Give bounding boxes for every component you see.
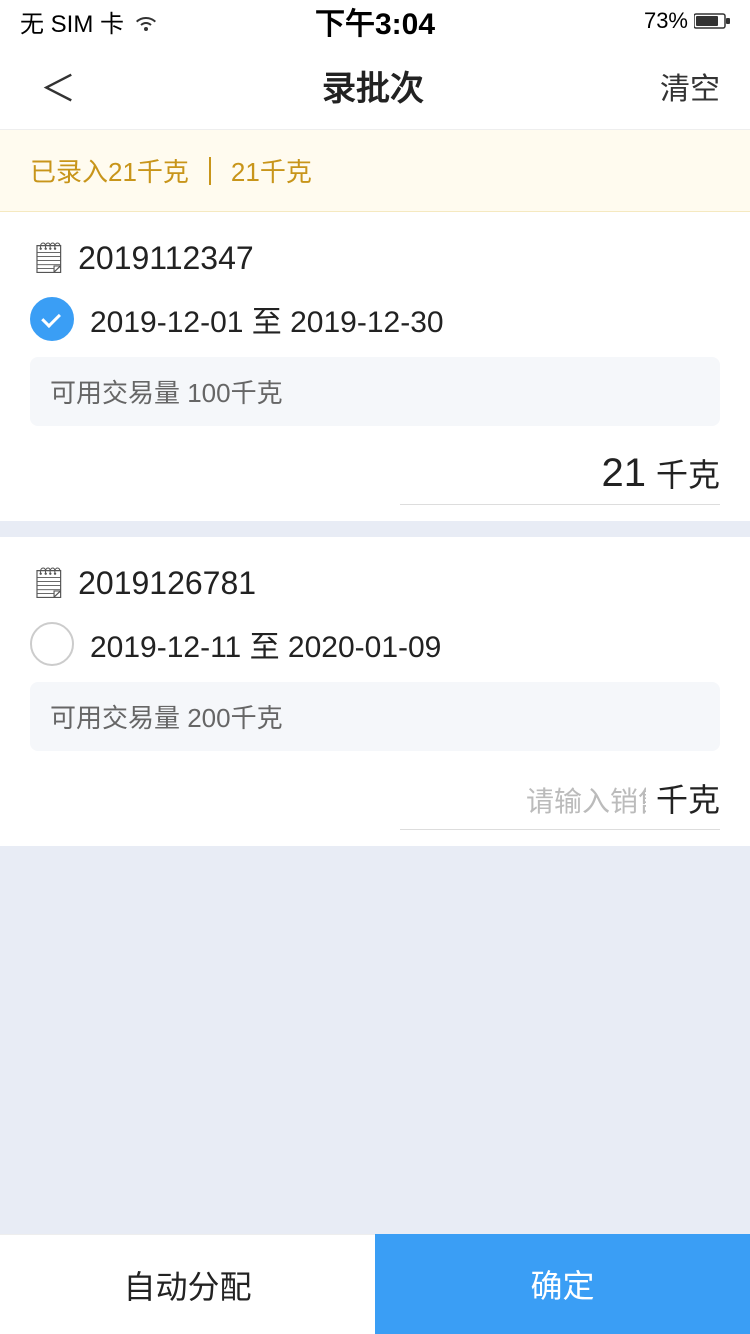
- batch-avail-row-2: 可用交易量 200千克: [30, 682, 720, 751]
- amount-input-1[interactable]: [526, 451, 646, 496]
- radio-btn-1[interactable]: [30, 297, 74, 341]
- summary-value: 21千克: [231, 152, 312, 189]
- batch-header-2: 🗒 2019126781: [0, 537, 750, 612]
- summary-bar: 已录入21千克 21千克: [0, 130, 750, 212]
- nav-bar: ＜ 录批次 清空: [0, 42, 750, 130]
- section-divider-1: [0, 521, 750, 537]
- bottom-bar: 自动分配 确定: [0, 1234, 750, 1334]
- amount-field-2: 千克: [0, 767, 750, 846]
- batch-card-1: 🗒 2019112347 2019-12-01 至 2019-12-30 可用交…: [0, 212, 750, 521]
- auto-assign-button[interactable]: 自动分配: [0, 1234, 375, 1334]
- status-left: 无 SIM 卡: [20, 4, 160, 39]
- confirm-button[interactable]: 确定: [375, 1234, 750, 1334]
- amount-unit-1: 千克: [656, 450, 720, 496]
- back-button[interactable]: ＜: [30, 50, 86, 122]
- amount-field-1: 千克: [0, 442, 750, 521]
- page-title: 录批次: [322, 61, 424, 110]
- status-right: 73%: [644, 8, 730, 34]
- radio-btn-2[interactable]: [30, 622, 74, 666]
- batch-card-2: 🗒 2019126781 2019-12-11 至 2020-01-09 可用交…: [0, 537, 750, 846]
- amount-unit-2: 千克: [656, 775, 720, 821]
- summary-divider: [209, 157, 211, 185]
- carrier-label: 无 SIM 卡: [20, 4, 124, 39]
- batch-id-1: 2019112347: [78, 240, 254, 277]
- amount-input-2[interactable]: [526, 776, 646, 821]
- wifi-icon: [132, 11, 160, 31]
- batch-date-row-1: 2019-12-01 至 2019-12-30: [0, 287, 750, 357]
- batch-icon-1: 🗒: [30, 241, 68, 276]
- batch-id-2: 2019126781: [78, 565, 256, 602]
- batch-icon-2: 🗒: [30, 566, 68, 601]
- battery-label: 73%: [644, 8, 688, 34]
- amount-inner-2: 千克: [400, 775, 720, 830]
- batch-date-2: 2019-12-11 至 2020-01-09: [90, 622, 441, 666]
- batch-date-1: 2019-12-01 至 2019-12-30: [90, 297, 444, 341]
- battery-icon: [694, 12, 730, 30]
- batch-date-row-2: 2019-12-11 至 2020-01-09: [0, 612, 750, 682]
- batch-avail-text-1: 可用交易量 100千克: [50, 378, 283, 408]
- batch-header-1: 🗒 2019112347: [0, 212, 750, 287]
- summary-label: 已录入21千克: [30, 152, 189, 189]
- batch-avail-row-1: 可用交易量 100千克: [30, 357, 720, 426]
- status-time: 下午3:04: [315, 0, 435, 43]
- batch-avail-text-2: 可用交易量 200千克: [50, 703, 283, 733]
- clear-button[interactable]: 清空: [660, 64, 720, 108]
- status-bar: 无 SIM 卡 下午3:04 73%: [0, 0, 750, 42]
- amount-inner-1: 千克: [400, 450, 720, 505]
